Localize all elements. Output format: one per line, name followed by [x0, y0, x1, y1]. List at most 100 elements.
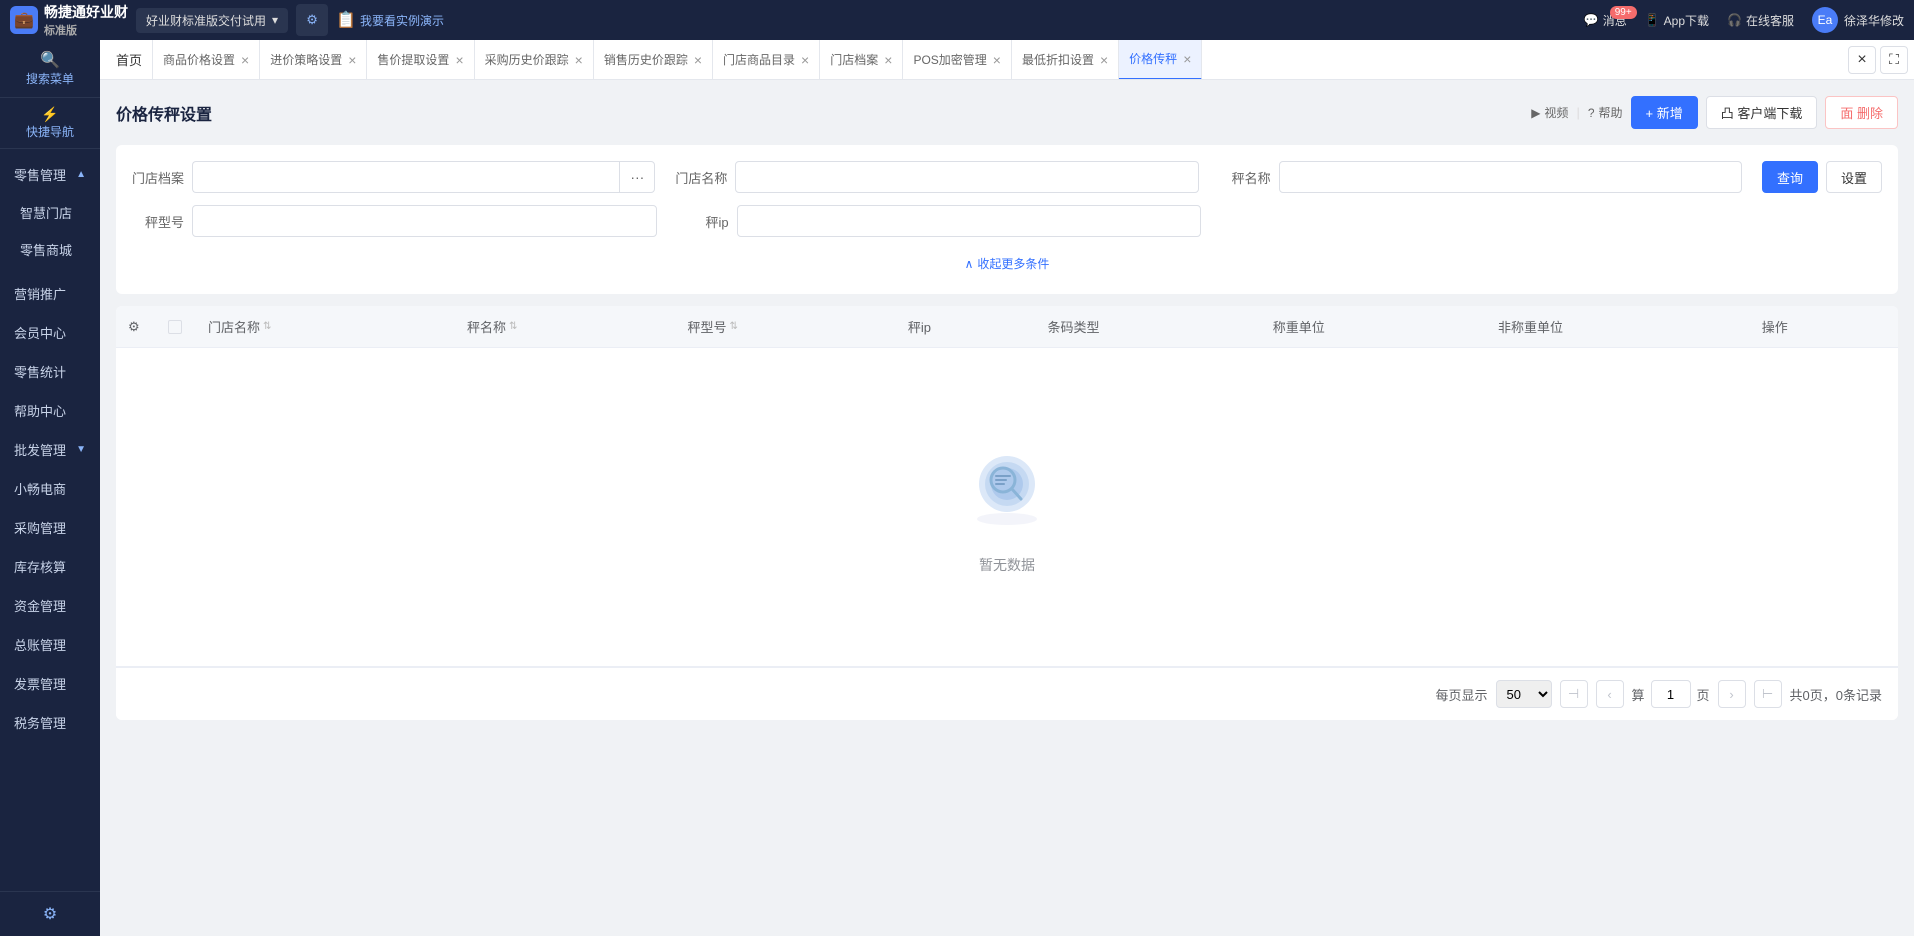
settings-icon[interactable]: ⚙	[296, 4, 328, 36]
data-table: ⚙ 门店名称 ⇅	[116, 306, 1898, 667]
page-input[interactable]	[1651, 680, 1691, 708]
avatar: Ea	[1812, 7, 1838, 33]
sidebar-settings[interactable]: ⚙	[0, 891, 100, 936]
th-store-name[interactable]: 门店名称 ⇅	[196, 306, 455, 348]
download-button[interactable]: 凸 客户端下载	[1706, 96, 1818, 129]
page-title: 价格传秤设置	[116, 101, 212, 125]
tab-price-setting[interactable]: 商品价格设置 ×	[153, 40, 260, 80]
query-button[interactable]: 查询	[1762, 161, 1818, 193]
tab-expand[interactable]: ⛶	[1880, 46, 1908, 74]
app-download-action[interactable]: 📱 App下载	[1645, 12, 1709, 29]
th-scale-model[interactable]: 秤型号 ⇅	[675, 306, 895, 348]
settings-query-button[interactable]: 设置	[1826, 161, 1882, 193]
collapse-button[interactable]: ∧ 收起更多条件	[965, 255, 1050, 272]
store-file-ellipsis-btn[interactable]: ···	[619, 161, 655, 193]
tab-store-file[interactable]: 门店档案 ×	[820, 40, 903, 80]
scale-ip-input[interactable]	[737, 205, 1202, 237]
tab-bar: 首页 商品价格设置 × 进价策略设置 × 售价提取设置 × 采购历史价跟踪 ×	[100, 40, 1914, 80]
tab-price-transfer[interactable]: 价格传秤 ×	[1119, 40, 1202, 80]
first-page-btn[interactable]: ⊣	[1560, 680, 1588, 708]
th-operation: 操作	[1750, 306, 1898, 348]
sidebar-item-general-ledger[interactable]: 总账管理	[0, 625, 100, 664]
th-settings[interactable]: ⚙	[116, 306, 156, 348]
tab-close-pos-manage[interactable]: ×	[993, 52, 1001, 68]
sort-scale-model-icon: ⇅	[729, 321, 737, 332]
filter-scale-ip-label: 秤ip	[677, 212, 729, 231]
sort-store-name-icon: ⇅	[263, 321, 271, 332]
sidebar-item-purchase[interactable]: 采购管理	[0, 508, 100, 547]
tab-purchase-history[interactable]: 采购历史价跟踪 ×	[475, 40, 594, 80]
demo-link[interactable]: 📋 我要看实例演示	[336, 10, 444, 30]
add-button[interactable]: + 新增	[1631, 96, 1698, 129]
online-service-action[interactable]: 🎧 在线客服	[1727, 12, 1794, 29]
tab-store-catalog[interactable]: 门店商品目录 ×	[713, 40, 820, 80]
page-actions: ▶ 视频 | ? 帮助 + 新增 凸 客户端下载	[1531, 96, 1898, 129]
sidebar-search[interactable]: 🔍 搜索菜单	[0, 40, 100, 98]
tab-sale-history[interactable]: 销售历史价跟踪 ×	[594, 40, 713, 80]
tab-close-price-transfer[interactable]: ×	[1183, 51, 1191, 67]
message-badge: 99+	[1610, 6, 1637, 19]
sidebar-item-funds[interactable]: 资金管理	[0, 586, 100, 625]
sidebar-item-batch[interactable]: 批发管理 ▼	[0, 430, 100, 469]
per-page-select[interactable]: 50 10 20 100	[1496, 680, 1552, 708]
tab-sale-price[interactable]: 售价提取设置 ×	[367, 40, 474, 80]
filter-store-file-label: 门店档案	[132, 168, 184, 187]
sidebar-item-inventory[interactable]: 库存核算	[0, 547, 100, 586]
th-scale-ip: 秤ip	[896, 306, 1036, 348]
logo-icon: 💼	[10, 6, 38, 34]
column-settings-icon[interactable]: ⚙	[128, 319, 140, 334]
video-link[interactable]: ▶ 视频	[1531, 104, 1568, 121]
tab-close-purchase-history[interactable]: ×	[575, 52, 583, 68]
tab-close-purchase-strategy[interactable]: ×	[348, 52, 356, 68]
table-wrapper: ⚙ 门店名称 ⇅	[116, 306, 1898, 720]
store-name-input[interactable]	[735, 161, 1198, 193]
tab-close-sale-history[interactable]: ×	[694, 52, 702, 68]
sidebar-item-member[interactable]: 会员中心	[0, 313, 100, 352]
filter-store-name-label: 门店名称	[675, 168, 727, 187]
select-all-checkbox[interactable]	[168, 320, 182, 334]
sidebar-item-retail[interactable]: 零售管理 ▲	[0, 155, 100, 194]
message-icon: 💬	[1584, 13, 1599, 27]
per-page-label: 每页显示	[1435, 685, 1487, 704]
user-area[interactable]: Ea 徐泽华修改	[1812, 7, 1904, 33]
message-action[interactable]: 💬 消息 99+	[1584, 12, 1627, 29]
tab-close-store-catalog[interactable]: ×	[801, 52, 809, 68]
sidebar-item-retail-mall[interactable]: 零售商城	[0, 231, 100, 268]
help-link[interactable]: ? 帮助	[1588, 104, 1623, 121]
store-file-input[interactable]	[192, 161, 619, 193]
th-scale-name[interactable]: 秤名称 ⇅	[455, 306, 675, 348]
tab-close-store-file[interactable]: ×	[884, 52, 892, 68]
tab-close-min-discount[interactable]: ×	[1100, 52, 1108, 68]
tab-min-discount[interactable]: 最低折扣设置 ×	[1012, 40, 1119, 80]
tab-close-all[interactable]: ×	[1848, 46, 1876, 74]
page-content: 价格传秤设置 ▶ 视频 | ? 帮助 + 新增	[100, 80, 1914, 936]
filter-scale-name: 秤名称	[1219, 161, 1742, 193]
tab-pos-manage[interactable]: POS加密管理 ×	[903, 40, 1012, 80]
version-select[interactable]: 好业财标准版交付试用 ▾	[136, 8, 288, 33]
tab-purchase-strategy[interactable]: 进价策略设置 ×	[260, 40, 367, 80]
sidebar-item-invoice[interactable]: 发票管理	[0, 664, 100, 703]
sidebar-item-small-ecom[interactable]: 小畅电商	[0, 469, 100, 508]
filter-store-name: 门店名称	[675, 161, 1198, 193]
sidebar-quick-nav[interactable]: ⚡ 快捷导航	[0, 98, 100, 149]
sidebar: 🔍 搜索菜单 ⚡ 快捷导航 零售管理 ▲ 智慧门店 零售商城	[0, 40, 100, 936]
scale-name-input[interactable]	[1279, 161, 1742, 193]
tab-home[interactable]: 首页	[106, 40, 153, 80]
delete-button[interactable]: 面 删除	[1825, 96, 1898, 129]
sidebar-item-smart-store[interactable]: 智慧门店	[0, 194, 100, 231]
tab-close-price-setting[interactable]: ×	[241, 52, 249, 68]
sidebar-item-help[interactable]: 帮助中心	[0, 391, 100, 430]
settings-gear-icon: ⚙	[43, 906, 57, 923]
th-checkbox	[156, 306, 196, 348]
prev-page-btn[interactable]: ‹	[1596, 680, 1624, 708]
next-page-btn[interactable]: ›	[1718, 680, 1746, 708]
sidebar-item-tax[interactable]: 税务管理	[0, 703, 100, 742]
tab-close-sale-price[interactable]: ×	[455, 52, 463, 68]
last-page-btn[interactable]: ⊢	[1754, 680, 1782, 708]
sidebar-item-marketing[interactable]: 营销推广	[0, 274, 100, 313]
sidebar-item-retail-stats[interactable]: 零售统计	[0, 352, 100, 391]
empty-cell: 暂无数据	[116, 348, 1898, 667]
user-name: 徐泽华修改	[1844, 12, 1904, 29]
table-body: 暂无数据	[116, 348, 1898, 667]
scale-model-input[interactable]	[192, 205, 657, 237]
